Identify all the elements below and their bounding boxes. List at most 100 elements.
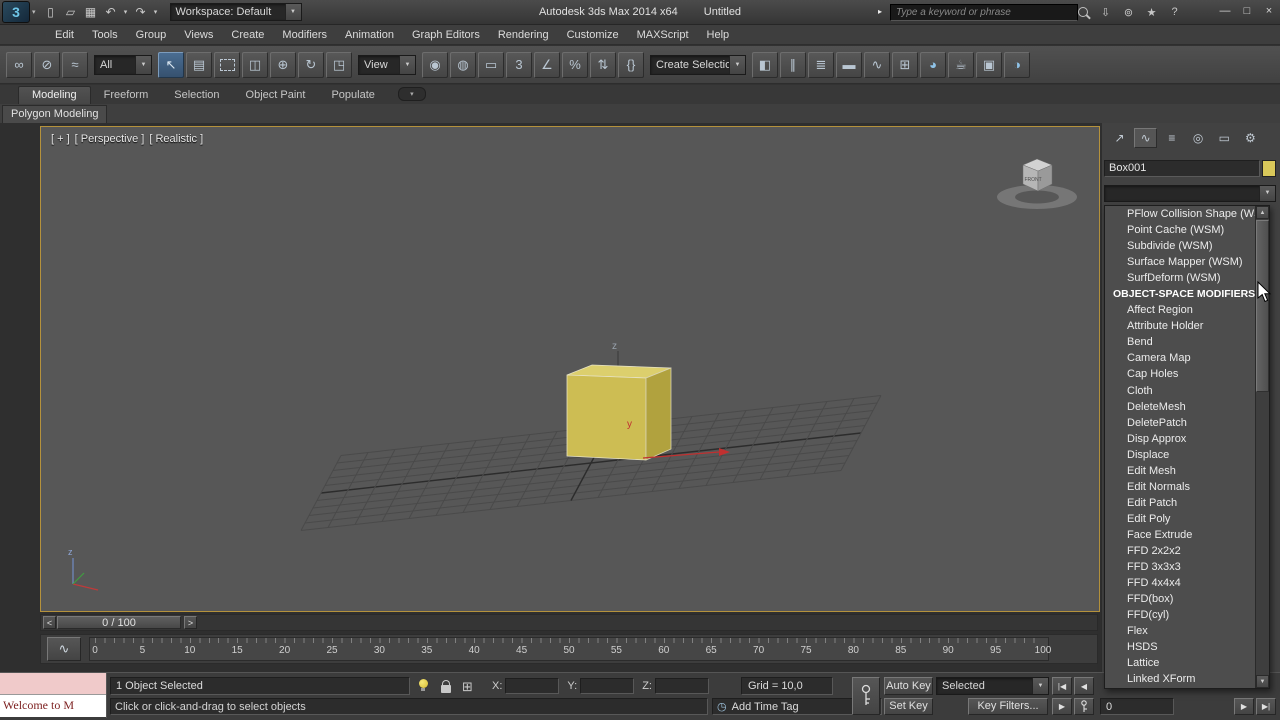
modifier-item-ffd-3x3x3[interactable]: FFD 3x3x3 — [1105, 559, 1255, 575]
modifier-item-flex[interactable]: Flex — [1105, 623, 1255, 639]
named-selection-set-combo-arrow-icon[interactable]: ▼ — [729, 55, 745, 74]
spinner-snap-icon[interactable]: ⇅ — [590, 51, 616, 78]
align-icon[interactable]: ∥ — [780, 51, 806, 78]
set-keys-button[interactable] — [852, 677, 880, 715]
modifier-item-cap-holes[interactable]: Cap Holes — [1105, 366, 1255, 382]
close-button[interactable]: × — [1262, 3, 1276, 19]
maximize-button[interactable]: □ — [1240, 3, 1254, 19]
command-tab-modify[interactable]: ∿ — [1134, 128, 1158, 148]
modifier-item-ffd-cyl[interactable]: FFD(cyl) — [1105, 607, 1255, 623]
rendered-frame-window-icon[interactable]: ▣ — [976, 51, 1002, 78]
reference-coordinate-combo[interactable]: View ▼ — [358, 54, 416, 75]
key-filter-selected-arrow-icon[interactable]: ▼ — [1032, 678, 1048, 694]
viewport-shading-label[interactable]: [ Realistic ] — [149, 133, 203, 145]
play-button[interactable]: ▶ — [1052, 698, 1072, 715]
modifier-item-face-extrude[interactable]: Face Extrude — [1105, 527, 1255, 543]
maxscript-listener-pane[interactable]: Welcome to M — [0, 695, 106, 717]
application-menu-arrow-icon[interactable]: ▾ — [32, 8, 36, 16]
select-and-move-icon[interactable]: ⊕ — [270, 51, 296, 78]
title-expand-icon[interactable]: ▸ — [878, 7, 882, 16]
menu-group[interactable]: Group — [127, 29, 176, 41]
go-to-end-button[interactable]: ▶| — [1256, 698, 1276, 715]
schematic-view-icon[interactable]: ⊞ — [892, 51, 918, 78]
menu-animation[interactable]: Animation — [336, 29, 403, 41]
bind-to-space-warp-icon[interactable]: ≈ — [62, 51, 88, 78]
modifier-item-pflow-collision-shape-wsm[interactable]: PFlow Collision Shape (WSM) — [1105, 206, 1255, 222]
render-setup-icon[interactable]: ☕ — [948, 51, 974, 78]
modifier-item-subdivide-wsm[interactable]: Subdivide (WSM) — [1105, 238, 1255, 254]
modifier-item-bend[interactable]: Bend — [1105, 334, 1255, 350]
modifier-item-linked-xform[interactable]: Linked XForm — [1105, 671, 1255, 687]
modifier-item-point-cache-wsm[interactable]: Point Cache (WSM) — [1105, 222, 1255, 238]
modifier-item-deletepatch[interactable]: DeletePatch — [1105, 415, 1255, 431]
keyboard-shortcut-override-icon[interactable]: ▭ — [478, 51, 504, 78]
modifier-item-edit-mesh[interactable]: Edit Mesh — [1105, 463, 1255, 479]
ribbon-toggle-icon[interactable]: ▬ — [836, 51, 862, 78]
redo-icon[interactable]: ↷ — [132, 3, 150, 21]
add-time-tag-label[interactable]: Add Time Tag — [732, 701, 799, 713]
named-selection-sets-icon[interactable]: {} — [618, 51, 644, 78]
reference-coordinate-combo-arrow-icon[interactable]: ▼ — [399, 55, 415, 74]
snap-toggle-3d-icon[interactable]: 3 — [506, 51, 532, 78]
box-right-face[interactable] — [645, 367, 672, 461]
view-cube-front-label[interactable]: FRONT — [1025, 177, 1042, 183]
modifier-item-disp-approx[interactable]: Disp Approx — [1105, 431, 1255, 447]
command-tab-utilities[interactable]: ⚙ — [1239, 128, 1262, 148]
workspace-combo[interactable]: Workspace: Default ▼ — [169, 3, 302, 21]
box-front-face[interactable] — [566, 374, 647, 461]
ribbon-tab-populate[interactable]: Populate — [318, 87, 387, 104]
angle-snap-icon[interactable]: ∠ — [534, 51, 560, 78]
maxscript-mini-listener[interactable]: Welcome to M — [0, 673, 107, 718]
modifier-list-scrollbar[interactable]: ▲ ▼ — [1255, 206, 1269, 688]
command-tab-motion[interactable]: ◎ — [1187, 128, 1210, 148]
coord-field-x[interactable] — [505, 678, 560, 694]
named-selection-set-combo[interactable]: Create Selection Set▼ — [650, 54, 746, 75]
key-filter-selected-combo[interactable]: Selected ▼ — [936, 677, 1049, 695]
subscription-center-icon[interactable]: ⇩ — [1097, 4, 1114, 21]
viewport-pov-label[interactable]: [ Perspective ] — [75, 133, 145, 145]
select-and-manipulate-icon[interactable]: ◍ — [450, 51, 476, 78]
modifier-item-edit-normals[interactable]: Edit Normals — [1105, 479, 1255, 495]
current-frame-field[interactable]: 0 — [1100, 698, 1174, 715]
menu-graph-editors[interactable]: Graph Editors — [403, 29, 489, 41]
selection-lock-icon[interactable] — [438, 679, 454, 695]
viewport-general-label[interactable]: [ + ] — [51, 133, 70, 145]
modifier-item-affect-region[interactable]: Affect Region — [1105, 302, 1255, 318]
time-slider[interactable]: < 0 / 100 > — [40, 614, 1098, 631]
select-by-name-icon[interactable]: ▤ — [186, 51, 212, 78]
modifier-item-ffd-box[interactable]: FFD(box) — [1105, 591, 1255, 607]
modifier-item-camera-map[interactable]: Camera Map — [1105, 350, 1255, 366]
isolate-selection-icon[interactable] — [414, 679, 432, 695]
set-key-button[interactable]: Set Key — [884, 698, 933, 715]
modifier-group-header-object-space-modifiers[interactable]: OBJECT-SPACE MODIFIERS — [1105, 286, 1255, 302]
macro-recorder-pane[interactable] — [0, 673, 106, 695]
modifier-item-attribute-holder[interactable]: Attribute Holder — [1105, 318, 1255, 334]
menu-create[interactable]: Create — [222, 29, 273, 41]
time-slider-handle[interactable]: 0 / 100 — [57, 616, 181, 629]
modifier-item-edit-poly[interactable]: Edit Poly — [1105, 511, 1255, 527]
ribbon-tab-modeling[interactable]: Modeling — [18, 86, 91, 104]
select-and-link-icon[interactable]: ∞ — [6, 51, 32, 78]
select-object-icon[interactable]: ↖ — [158, 51, 184, 78]
ribbon-collapse-button[interactable]: ▾ — [397, 87, 426, 101]
key-filters-button[interactable]: Key Filters... — [968, 698, 1048, 715]
infocenter-search-input[interactable] — [890, 4, 1078, 21]
menu-rendering[interactable]: Rendering — [489, 29, 558, 41]
modifier-item-cloth[interactable]: Cloth — [1105, 383, 1255, 399]
menu-maxscript[interactable]: MAXScript — [628, 29, 698, 41]
curve-editor-icon[interactable]: ∿ — [864, 51, 890, 78]
mirror-icon[interactable]: ◧ — [752, 51, 778, 78]
undo-icon[interactable]: ↶ — [102, 3, 120, 21]
command-tab-create[interactable]: ↗ — [1108, 128, 1131, 148]
layer-manager-icon[interactable]: ≣ — [808, 51, 834, 78]
go-to-start-button[interactable]: |◀ — [1052, 677, 1072, 695]
percent-snap-icon[interactable]: % — [562, 51, 588, 78]
favorites-icon[interactable]: ★ — [1143, 4, 1160, 21]
open-file-icon[interactable]: ▱ — [62, 3, 80, 21]
coord-field-z[interactable] — [654, 678, 709, 694]
unlink-selection-icon[interactable]: ⊘ — [34, 51, 60, 78]
modifier-list-combo[interactable]: ▼ — [1104, 184, 1276, 202]
selection-filter-combo[interactable]: All ▼ — [94, 54, 152, 75]
search-icon[interactable] — [1074, 4, 1091, 21]
scrollbar-up-icon[interactable]: ▲ — [1256, 206, 1269, 219]
